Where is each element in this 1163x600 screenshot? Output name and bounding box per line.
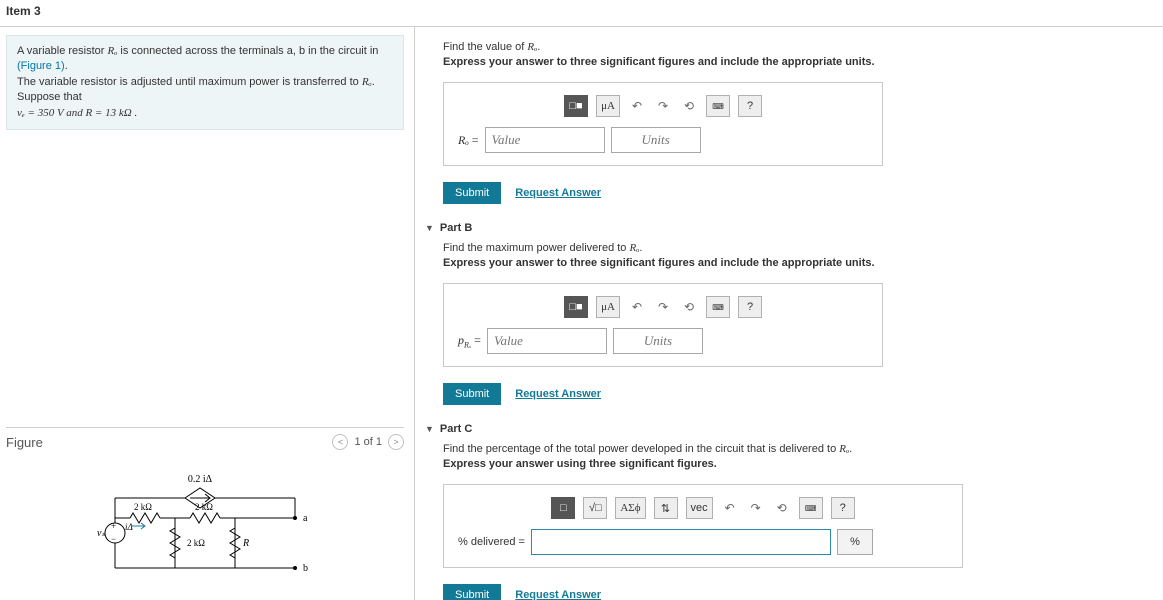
caret-down-icon: ▼ xyxy=(425,424,434,434)
keyboard-icon[interactable]: ⌨ xyxy=(799,497,823,519)
svg-text:2 kΩ: 2 kΩ xyxy=(187,538,205,548)
next-figure-button[interactable]: > xyxy=(388,434,404,450)
part-c-answer-box: □ √□ ΑΣϕ ⇅ vec ↶ ↷ ⟲ ⌨ ? % delivered = xyxy=(443,484,963,568)
figure-link[interactable]: (Figure 1) xyxy=(17,60,65,72)
part-a-submit-button[interactable]: Submit xyxy=(443,182,501,204)
reset-icon[interactable]: ⟲ xyxy=(773,499,791,517)
keyboard-icon[interactable]: ⌨ xyxy=(706,95,730,117)
figure-header: Figure < 1 of 1 > xyxy=(6,427,404,456)
template-icon[interactable]: □■ xyxy=(564,296,588,318)
figure-pager: < 1 of 1 > xyxy=(332,434,404,450)
units-mu-button[interactable]: μA xyxy=(596,95,620,117)
part-b-value-input[interactable] xyxy=(487,328,607,354)
svg-text:b: b xyxy=(303,563,308,574)
part-c-unit-label: % xyxy=(837,529,873,555)
part-c-instructions: Express your answer using three signific… xyxy=(443,458,1143,470)
pager-text: 1 of 1 xyxy=(354,436,382,448)
item-title: Item 3 xyxy=(0,0,1163,26)
part-b-answer-box: □■ μA ↶ ↷ ⟲ ⌨ ? pRₒ = xyxy=(443,283,883,367)
part-a-request-answer-link[interactable]: Request Answer xyxy=(515,187,601,199)
greek-button[interactable]: ΑΣϕ xyxy=(615,497,645,519)
keyboard-icon[interactable]: ⌨ xyxy=(706,296,730,318)
svg-text:vₛ: vₛ xyxy=(97,528,105,539)
part-c-header[interactable]: ▼ Part C xyxy=(425,423,1143,435)
part-c-var-label: % delivered = xyxy=(458,536,525,548)
left-panel: A variable resistor Rₒ is connected acro… xyxy=(0,27,415,600)
figure-title: Figure xyxy=(6,435,43,450)
help-button[interactable]: ? xyxy=(831,497,855,519)
part-a-toolbar: □■ μA ↶ ↷ ⟲ ⌨ ? xyxy=(458,95,868,117)
undo-icon[interactable]: ↶ xyxy=(628,97,646,115)
prev-figure-button[interactable]: < xyxy=(332,434,348,450)
part-a-var-label: Rₒ = xyxy=(458,133,479,148)
part-b-header[interactable]: ▼ Part B xyxy=(425,222,1143,234)
part-b-toolbar: □■ μA ↶ ↷ ⟲ ⌨ ? xyxy=(458,296,868,318)
svg-text:R: R xyxy=(242,538,249,549)
problem-statement: A variable resistor Rₒ is connected acro… xyxy=(6,35,404,130)
part-c-submit-button[interactable]: Submit xyxy=(443,584,501,600)
part-c-request-answer-link[interactable]: Request Answer xyxy=(515,589,601,600)
part-a-units-input[interactable] xyxy=(611,127,701,153)
part-a-value-input[interactable] xyxy=(485,127,605,153)
help-button[interactable]: ? xyxy=(738,95,762,117)
svg-text:2 kΩ: 2 kΩ xyxy=(195,502,213,512)
undo-icon[interactable]: ↶ xyxy=(628,298,646,316)
svg-text:0.2 iΔ: 0.2 iΔ xyxy=(188,474,213,485)
reset-icon[interactable]: ⟲ xyxy=(680,298,698,316)
part-b-submit-button[interactable]: Submit xyxy=(443,383,501,405)
right-panel: Find the value of Rₒ. Express your answe… xyxy=(415,27,1163,600)
template-icon[interactable]: □ xyxy=(551,497,575,519)
caret-down-icon: ▼ xyxy=(425,223,434,233)
part-a-answer-box: □■ μA ↶ ↷ ⟲ ⌨ ? Rₒ = xyxy=(443,82,883,166)
part-b-request-answer-link[interactable]: Request Answer xyxy=(515,388,601,400)
part-c-value-input[interactable] xyxy=(531,529,831,555)
svg-text:iΔ: iΔ xyxy=(125,522,133,532)
svg-text:+: + xyxy=(111,521,116,531)
part-a-instructions: Express your answer to three significant… xyxy=(443,56,1143,68)
part-b-var-label: pRₒ = xyxy=(458,333,481,349)
updown-button[interactable]: ⇅ xyxy=(654,497,678,519)
undo-icon[interactable]: ↶ xyxy=(721,499,739,517)
svg-text:2 kΩ: 2 kΩ xyxy=(134,502,152,512)
part-c: Find the percentage of the total power d… xyxy=(425,439,1143,600)
part-b-instructions: Express your answer to three significant… xyxy=(443,257,1143,269)
redo-icon[interactable]: ↷ xyxy=(654,97,672,115)
svg-text:−: − xyxy=(111,534,116,544)
part-c-toolbar: □ √□ ΑΣϕ ⇅ vec ↶ ↷ ⟲ ⌨ ? xyxy=(458,497,948,519)
redo-icon[interactable]: ↷ xyxy=(747,499,765,517)
help-button[interactable]: ? xyxy=(738,296,762,318)
redo-icon[interactable]: ↷ xyxy=(654,298,672,316)
template-icon[interactable]: □■ xyxy=(564,95,588,117)
sqrt-button[interactable]: √□ xyxy=(583,497,607,519)
part-a: Find the value of Rₒ. Express your answe… xyxy=(425,37,1143,212)
svg-text:a: a xyxy=(303,513,308,524)
reset-icon[interactable]: ⟲ xyxy=(680,97,698,115)
circuit-figure: 0.2 iΔ 2 kΩ 2 kΩ 2 kΩ R a b vₛ + − iΔ xyxy=(6,456,404,600)
vec-button[interactable]: vec xyxy=(686,497,713,519)
part-b: Find the maximum power delivered to Rₒ. … xyxy=(425,238,1143,413)
part-b-units-input[interactable] xyxy=(613,328,703,354)
units-mu-button[interactable]: μA xyxy=(596,296,620,318)
